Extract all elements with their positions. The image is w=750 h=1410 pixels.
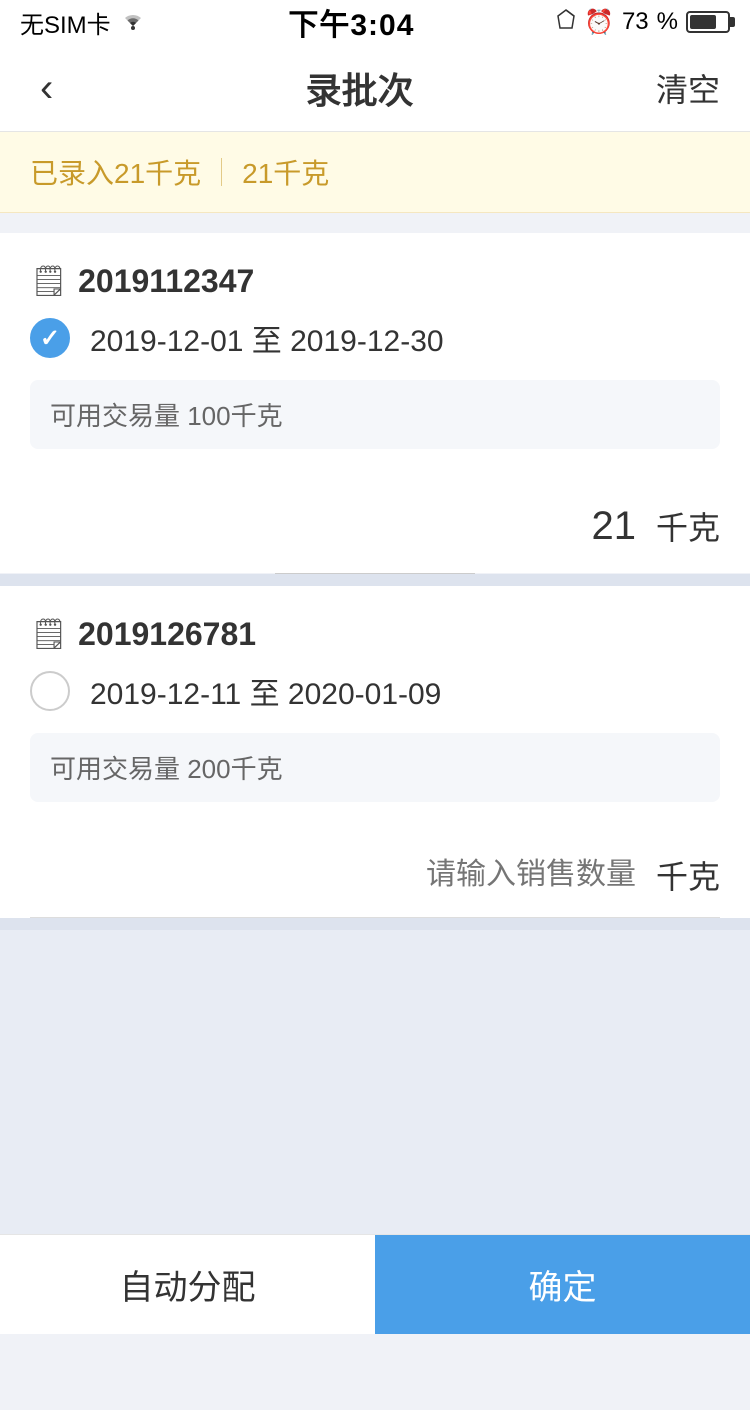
location-icon xyxy=(556,8,576,37)
status-bar: 无SIM卡 下午3:04 ⏰ 73% xyxy=(0,0,750,44)
batch2-radio[interactable] xyxy=(30,671,70,711)
batch1-icon: 🗒 xyxy=(30,264,68,299)
batch1-quantity-section: 21 千克 xyxy=(0,479,750,573)
battery-percent: 73 xyxy=(622,8,649,36)
batch1-unit: 千克 xyxy=(656,503,720,549)
batch2-input-area: 千克 xyxy=(0,832,750,918)
batch2-quantity-input[interactable] xyxy=(30,858,636,892)
status-indicators: ⏰ 73% xyxy=(556,8,730,37)
batch2-date-row: 2019-12-11 至 2020-01-09 xyxy=(30,669,720,713)
batch2-unit: 千克 xyxy=(656,852,720,898)
batch1-available: 可用交易量 100千克 xyxy=(30,380,720,449)
battery-icon xyxy=(686,11,730,33)
bottom-bar: 自动分配 确定 xyxy=(0,1234,750,1334)
banner-divider xyxy=(221,158,222,186)
info-banner: 已录入21千克 21千克 xyxy=(0,132,750,213)
auto-distribute-button[interactable]: 自动分配 xyxy=(0,1235,375,1334)
batch2-icon: 🗒 xyxy=(30,617,68,652)
batch2-id-row: 🗒 2019126781 xyxy=(30,616,720,653)
batch2-card: 🗒 2019126781 2019-12-11 至 2020-01-09 可用交… xyxy=(0,586,750,832)
carrier-text: 无SIM卡 xyxy=(20,5,111,40)
clear-button[interactable]: 清空 xyxy=(656,65,720,111)
batch1-card: 🗒 2019112347 2019-12-01 至 2019-12-30 可用交… xyxy=(0,233,750,479)
batch1-id-row: 🗒 2019112347 xyxy=(30,263,720,300)
total-amount: 21千克 xyxy=(242,152,329,192)
batch2-id: 2019126781 xyxy=(78,616,256,653)
status-carrier: 无SIM卡 xyxy=(20,5,147,40)
batch1-radio[interactable] xyxy=(30,318,70,358)
page-title: 录批次 xyxy=(306,62,414,114)
wifi-icon xyxy=(119,8,147,37)
batch1-id: 2019112347 xyxy=(78,263,254,300)
nav-bar: ‹ 录批次 清空 xyxy=(0,44,750,132)
section-divider2 xyxy=(0,918,750,930)
alarm-icon: ⏰ xyxy=(584,8,614,37)
batch2-available: 可用交易量 200千克 xyxy=(30,733,720,802)
recorded-amount: 已录入21千克 xyxy=(30,152,201,192)
back-button[interactable]: ‹ xyxy=(30,58,63,118)
section-divider xyxy=(0,574,750,586)
status-time: 下午3:04 xyxy=(288,0,414,44)
confirm-button[interactable]: 确定 xyxy=(375,1235,750,1334)
batch1-quantity-input[interactable]: 21 xyxy=(536,504,636,549)
batch1-date-range: 2019-12-01 至 2019-12-30 xyxy=(90,316,444,360)
batch2-date-range: 2019-12-11 至 2020-01-09 xyxy=(90,669,441,713)
batch1-date-row: 2019-12-01 至 2019-12-30 xyxy=(30,316,720,360)
